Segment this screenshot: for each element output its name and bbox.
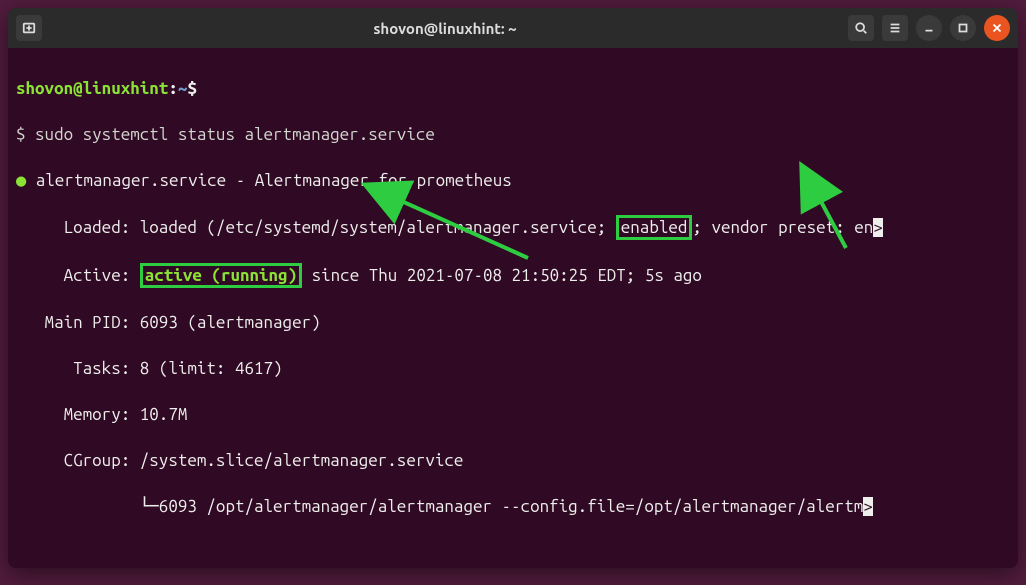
service-header: ● alertmanager.service - Alertmanager fo…	[16, 169, 1010, 192]
tasks-line: Tasks: 8 (limit: 4617)	[16, 357, 1010, 380]
titlebar: shovon@linuxhint: ~	[8, 8, 1018, 48]
prompt-colon: :	[168, 79, 178, 98]
close-button[interactable]	[984, 15, 1010, 41]
memory-line: Memory: 10.7M	[16, 403, 1010, 426]
overflow-caret-icon: >	[873, 218, 883, 237]
prompt-line: shovon@linuxhint:~$	[16, 77, 1010, 100]
active-pre: Active:	[16, 266, 140, 285]
blank-line	[16, 541, 1010, 564]
overflow-caret-icon: >	[863, 497, 873, 516]
command-line: $ sudo systemctl status alertmanager.ser…	[16, 123, 1010, 146]
service-name: alertmanager.service - Alertmanager for …	[26, 171, 512, 190]
minimize-button[interactable]	[916, 15, 942, 41]
active-line: Active: active (running) since Thu 2021-…	[16, 263, 1010, 288]
prompt-dollar: $	[187, 79, 197, 98]
enabled-highlight: enabled	[616, 215, 693, 240]
loaded-post: ; vendor preset: en	[692, 218, 873, 237]
active-status-highlight: active (running)	[140, 263, 302, 288]
active-post: since Thu 2021-07-08 21:50:25 EDT; 5s ag…	[302, 266, 702, 285]
main-pid-line: Main PID: 6093 (alertmanager)	[16, 311, 1010, 334]
loaded-line: Loaded: loaded (/etc/systemd/system/aler…	[16, 215, 1010, 240]
prompt-user-host: shovon@linuxhint	[16, 79, 168, 98]
terminal-window: shovon@linuxhint: ~ shovon@linuxhint:~$ …	[8, 8, 1018, 568]
cgroup-child-text: └─6093 /opt/alertmanager/alertmanager --…	[16, 497, 863, 516]
loaded-pre: Loaded: loaded (/etc/systemd/system/aler…	[16, 218, 616, 237]
terminal-body[interactable]: shovon@linuxhint:~$ $ sudo systemctl sta…	[8, 48, 1018, 568]
search-button[interactable]	[848, 15, 874, 41]
prompt-path: ~	[178, 79, 188, 98]
cgroup-child-line: └─6093 /opt/alertmanager/alertmanager --…	[16, 495, 1010, 518]
new-tab-button[interactable]	[16, 15, 42, 41]
cgroup-line: CGroup: /system.slice/alertmanager.servi…	[16, 449, 1010, 472]
status-dot-icon: ●	[16, 171, 26, 190]
menu-button[interactable]	[882, 15, 908, 41]
window-title: shovon@linuxhint: ~	[50, 20, 840, 37]
maximize-button[interactable]	[950, 15, 976, 41]
